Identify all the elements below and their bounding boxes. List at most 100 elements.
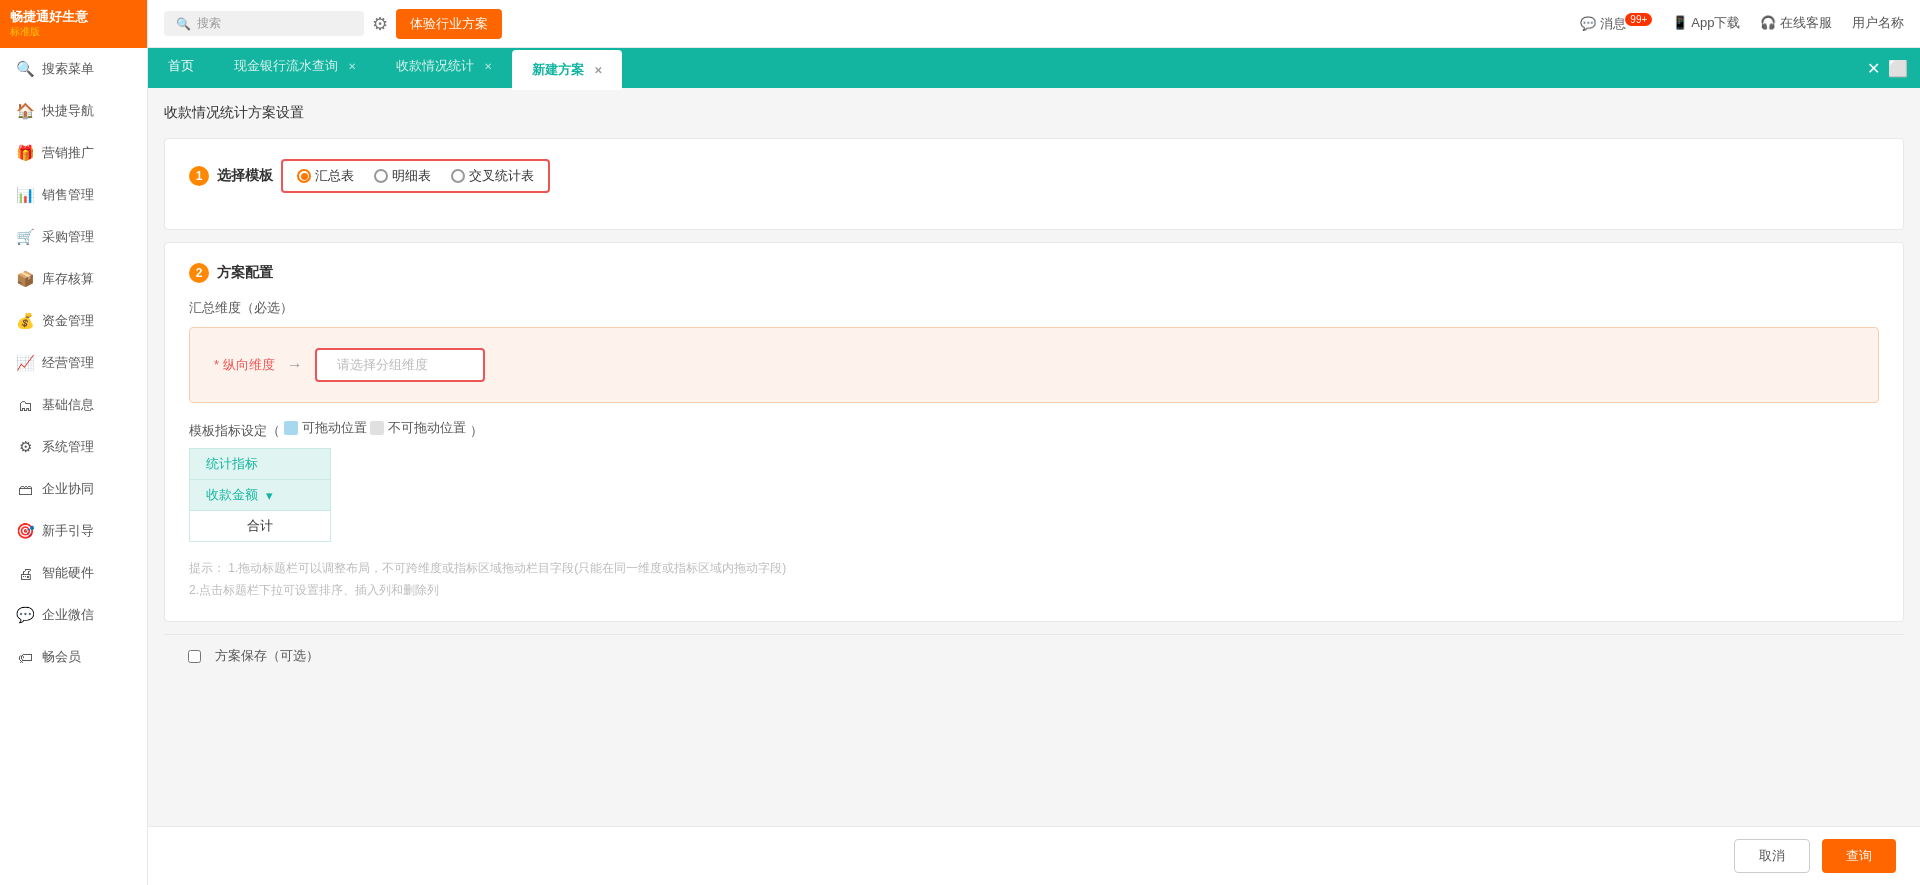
member-icon: 🏷 [16, 649, 34, 666]
tab-collection[interactable]: 收款情况统计 ✕ [376, 46, 512, 86]
weixin-icon: 💬 [16, 606, 34, 624]
save-label: 方案保存（可选） [215, 647, 319, 665]
search-icon: 🔍 [176, 17, 191, 31]
window-controls: ✕ ⬜ [1867, 59, 1920, 78]
metrics-header: 模板指标设定（ 可拖动位置 不可拖动位置 ） [189, 419, 1879, 440]
sidebar-label-base: 基础信息 [42, 396, 94, 414]
sidebar-item-management[interactable]: 📈 经营管理 [0, 342, 147, 384]
sidebar-item-marketing[interactable]: 🎁 营销推广 [0, 132, 147, 174]
sidebar-item-search[interactable]: 🔍 搜索菜单 [0, 48, 147, 90]
sidebar-logo: 畅捷通好生意 标准版 [0, 0, 147, 48]
sidebar-label-search: 搜索菜单 [42, 60, 94, 78]
tab-new-plan-close[interactable]: ✕ [594, 65, 602, 76]
sidebar-label-purchase: 采购管理 [42, 228, 94, 246]
box-icon: 📦 [16, 270, 34, 288]
radio-detail[interactable]: 明细表 [374, 167, 431, 185]
chart-icon: 📊 [16, 186, 34, 204]
dropdown-icon: ▾ [266, 488, 273, 503]
dimension-select[interactable]: 请选择分组维度 [315, 348, 485, 382]
metrics-total-cell: 合计 [190, 510, 330, 541]
hints-section: 提示： 1.拖动标题栏可以调整布局，不可跨维度或指标区域拖动栏目字段(只能在同一… [189, 558, 1879, 601]
industry-button[interactable]: 体验行业方案 [396, 9, 502, 39]
sidebar-label-nav: 快捷导航 [42, 102, 94, 120]
tab-cash-close[interactable]: ✕ [348, 61, 356, 72]
sidebar-item-inventory[interactable]: 📦 库存核算 [0, 258, 147, 300]
sidebar-item-guide[interactable]: 🎯 新手引导 [0, 510, 147, 552]
logo-text: 畅捷通好生意 [10, 9, 88, 25]
metrics-table-wrapper: 统计指标 收款金额 ▾ 合计 [189, 448, 331, 542]
sidebar-item-sales[interactable]: 📊 销售管理 [0, 174, 147, 216]
action-bar: 取消 查询 [148, 826, 1920, 885]
user-name[interactable]: 用户名称 [1852, 14, 1904, 32]
non-draggable-badge: 不可拖动位置 [370, 419, 466, 437]
tab-cash[interactable]: 现金银行流水查询 ✕ [214, 46, 376, 86]
guide-icon: 🎯 [16, 522, 34, 540]
gift-icon: 🎁 [16, 144, 34, 162]
template-section: 1 选择模板 汇总表 明细表 交叉统计表 [164, 138, 1904, 230]
sidebar-label-member: 畅会员 [42, 648, 81, 666]
radio-circle-summary [297, 169, 311, 183]
sidebar-item-nav[interactable]: 🏠 快捷导航 [0, 90, 147, 132]
sidebar-item-weixin[interactable]: 💬 企业微信 [0, 594, 147, 636]
sidebar-label-guide: 新手引导 [42, 522, 94, 540]
sidebar-item-base[interactable]: 🗂 基础信息 [0, 384, 147, 426]
step2-badge: 2 [189, 263, 209, 283]
notification-badge: 99+ [1625, 13, 1652, 26]
settings-icon[interactable]: ⚙ [372, 13, 388, 35]
cancel-button[interactable]: 取消 [1734, 839, 1810, 873]
sidebar-item-hardware[interactable]: 🖨 智能硬件 [0, 552, 147, 594]
sidebar-item-member[interactable]: 🏷 畅会员 [0, 636, 147, 678]
tab-new-plan[interactable]: 新建方案 ✕ [512, 50, 622, 90]
settings-icon: ⚙ [16, 438, 34, 456]
query-button[interactable]: 查询 [1822, 839, 1896, 873]
trending-icon: 📈 [16, 354, 34, 372]
search-bar[interactable]: 🔍 搜索 [164, 11, 364, 36]
sidebar-label-hardware: 智能硬件 [42, 564, 94, 582]
save-checkbox[interactable] [188, 650, 201, 663]
maximize-window-icon[interactable]: ⬜ [1888, 59, 1908, 78]
dimension-row-label: * 纵向维度 [214, 356, 275, 374]
sidebar-item-system[interactable]: ⚙ 系统管理 [0, 426, 147, 468]
tab-collection-close[interactable]: ✕ [484, 61, 492, 72]
sidebar: 畅捷通好生意 标准版 🔍 搜索菜单 🏠 快捷导航 🎁 营销推广 📊 销售管理 🛒… [0, 0, 148, 885]
tab-home[interactable]: 首页 [148, 46, 214, 86]
dimension-arrow-icon: → [287, 356, 303, 374]
notification-area[interactable]: 💬 消息 99+ [1580, 14, 1652, 33]
hint-2: 2.点击标题栏下拉可设置排序、插入列和删除列 [189, 580, 1879, 602]
tab-nav: 首页 现金银行流水查询 ✕ 收款情况统计 ✕ 新建方案 ✕ [148, 46, 1867, 90]
search-icon: 🔍 [16, 60, 34, 78]
non-draggable-dot [370, 421, 384, 435]
sidebar-item-finance[interactable]: 💰 资金管理 [0, 300, 147, 342]
sidebar-item-collab[interactable]: 🗃 企业协同 [0, 468, 147, 510]
support-link[interactable]: 🎧 在线客服 [1760, 14, 1832, 32]
sidebar-label-management: 经营管理 [42, 354, 94, 372]
notification-label: 消息 [1600, 16, 1626, 31]
sidebar-item-purchase[interactable]: 🛒 采购管理 [0, 216, 147, 258]
top-header: 🔍 搜索 ⚙ 体验行业方案 💬 消息 99+ 📱 App下载 🎧 在线客服 用户… [148, 0, 1920, 48]
template-radio-group: 汇总表 明细表 交叉统计表 [281, 159, 550, 193]
search-placeholder: 搜索 [197, 15, 221, 32]
radio-summary[interactable]: 汇总表 [297, 167, 354, 185]
radio-circle-cross [451, 169, 465, 183]
sidebar-label-system: 系统管理 [42, 438, 94, 456]
sidebar-label-marketing: 营销推广 [42, 144, 94, 162]
cart-icon: 🛒 [16, 228, 34, 246]
metrics-column-header[interactable]: 收款金额 ▾ [190, 479, 330, 510]
draggable-dot [284, 421, 298, 435]
dimension-title: 汇总维度（必选） [189, 299, 1879, 317]
download-link[interactable]: 📱 App下载 [1672, 14, 1740, 32]
tab-bar: 首页 现金银行流水查询 ✕ 收款情况统计 ✕ 新建方案 ✕ ✕ ⬜ [148, 48, 1920, 88]
section1-title: 选择模板 [217, 167, 273, 185]
sidebar-label-inventory: 库存核算 [42, 270, 94, 288]
stat-section-label: 统计指标 [206, 455, 258, 473]
section2-header: 2 方案配置 [189, 263, 1879, 283]
radio-cross[interactable]: 交叉统计表 [451, 167, 534, 185]
step1-badge: 1 [189, 166, 209, 186]
section1-header: 1 选择模板 汇总表 明细表 交叉统计表 [189, 159, 1879, 193]
header-left: 🔍 搜索 ⚙ 体验行业方案 [164, 9, 502, 39]
close-window-icon[interactable]: ✕ [1867, 59, 1880, 78]
home-icon: 🏠 [16, 102, 34, 120]
logo-badge: 标准版 [10, 25, 88, 39]
section2-title: 方案配置 [217, 264, 273, 282]
header-right: 💬 消息 99+ 📱 App下载 🎧 在线客服 用户名称 [1580, 14, 1904, 33]
